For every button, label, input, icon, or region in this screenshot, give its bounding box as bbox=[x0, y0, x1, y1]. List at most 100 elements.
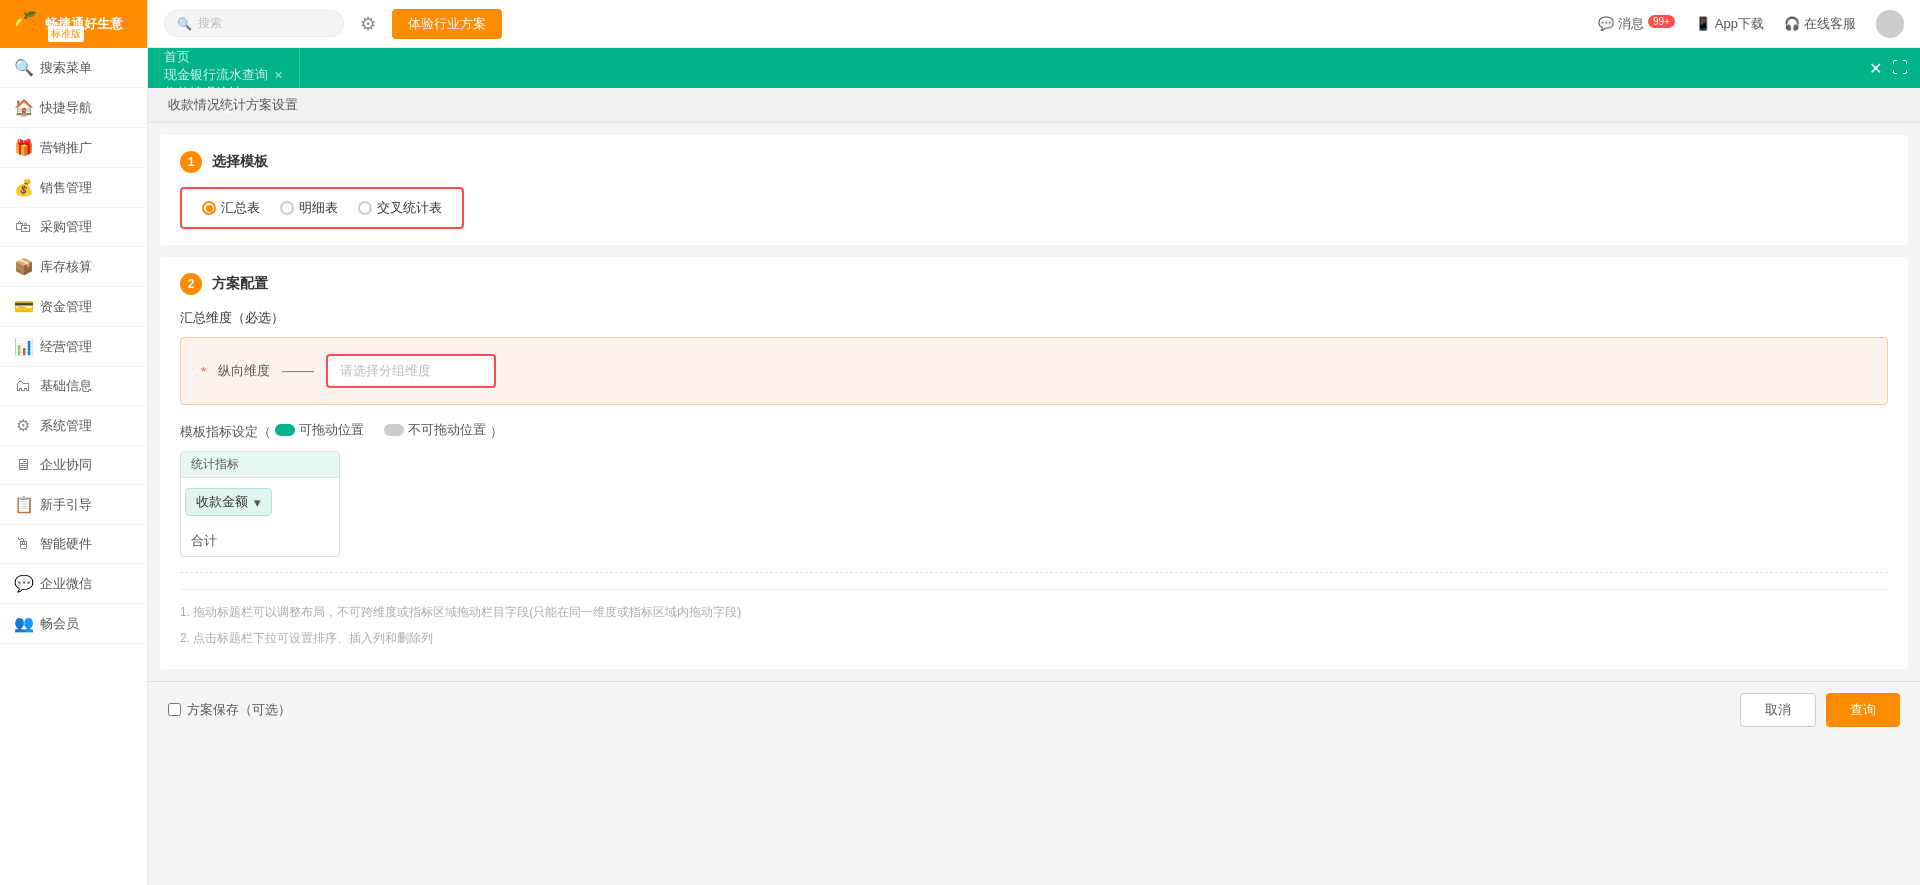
sidebar-nav: 🔍 搜索菜单 🏠 快捷导航 🎁 营销推广 💰 销售管理 🛍 采购管理 📦 库存核… bbox=[0, 48, 147, 644]
step1-header: 1 选择模板 bbox=[180, 151, 1888, 173]
radio-detail[interactable]: 明细表 bbox=[280, 199, 338, 217]
draggable-indicator: 可拖动位置 bbox=[275, 421, 364, 439]
draggable-label: 可拖动位置 bbox=[299, 421, 364, 439]
radio-summary-circle bbox=[202, 201, 216, 215]
tab-label-cashflow: 现金银行流水查询 bbox=[164, 66, 268, 84]
sidebar-logo: 🍊 畅捷通好生意 标准版 bbox=[0, 0, 147, 48]
sidebar-item-inventory[interactable]: 📦 库存核算 bbox=[0, 247, 147, 287]
finance-icon: 💳 bbox=[14, 297, 32, 316]
expand-icon[interactable]: ⛶ bbox=[1892, 59, 1908, 77]
edition-badge: 标准版 bbox=[48, 26, 84, 42]
service-label: 在线客服 bbox=[1804, 15, 1856, 33]
indicator-arrow-icon: ▾ bbox=[254, 495, 261, 510]
industry-btn[interactable]: 体验行业方案 bbox=[392, 9, 502, 39]
sidebar: 🍊 畅捷通好生意 标准版 🔍 搜索菜单 🏠 快捷导航 🎁 营销推广 💰 销售管理… bbox=[0, 0, 148, 885]
service-btn[interactable]: 🎧 在线客服 bbox=[1784, 15, 1856, 33]
indicators-box: 统计指标 收款金额 ▾ 合计 bbox=[180, 451, 340, 557]
dim-placeholder: 请选择分组维度 bbox=[340, 363, 431, 378]
close-window-icon[interactable]: ✕ bbox=[1869, 59, 1882, 78]
footer-bar: 方案保存（可选） 取消 查询 bbox=[148, 681, 1920, 737]
dim-selector[interactable]: 请选择分组维度 bbox=[326, 354, 496, 388]
save-label: 方案保存（可选） bbox=[187, 701, 291, 719]
save-option: 方案保存（可选） bbox=[168, 701, 291, 719]
dim-vertical-label: 纵向维度 bbox=[218, 362, 270, 380]
sidebar-item-hardware[interactable]: 🖱 智能硬件 bbox=[0, 525, 147, 564]
sidebar-item-member[interactable]: 👥 畅会员 bbox=[0, 604, 147, 644]
step2-section: 2 方案配置 汇总维度（必选） * 纵向维度 —— 请选择分组维度 模板指标设定… bbox=[160, 257, 1908, 669]
sidebar-item-coop[interactable]: 🖥 企业协同 bbox=[0, 446, 147, 485]
hardware-icon: 🖱 bbox=[14, 535, 32, 553]
message-btn[interactable]: 💬 消息 99+ bbox=[1598, 15, 1675, 33]
save-checkbox[interactable] bbox=[168, 703, 181, 716]
search-icon: 🔍 bbox=[177, 17, 192, 31]
tab-label-home: 首页 bbox=[164, 48, 190, 66]
sidebar-label-basic: 基础信息 bbox=[40, 377, 92, 395]
tabbar-actions: ✕ ⛶ bbox=[1857, 48, 1920, 88]
tab-close-receipts[interactable]: ✕ bbox=[248, 87, 257, 100]
message-badge: 99+ bbox=[1648, 15, 1675, 28]
sidebar-item-purchase[interactable]: 🛍 采购管理 bbox=[0, 208, 147, 247]
purchase-icon: 🛍 bbox=[14, 218, 32, 236]
app-label: App下载 bbox=[1715, 15, 1764, 33]
sidebar-label-inventory: 库存核算 bbox=[40, 258, 92, 276]
sidebar-item-sales[interactable]: 💰 销售管理 bbox=[0, 168, 147, 208]
radio-cross-label: 交叉统计表 bbox=[377, 199, 442, 217]
template-options-box: 汇总表 明细表 交叉统计表 bbox=[180, 187, 464, 229]
indicators-title-text: 模板指标设定（ bbox=[180, 424, 271, 439]
main-area: 🔍 搜索 ⚙ 体验行业方案 💬 消息 99+ 📱 App下载 🎧 在线客服 首页… bbox=[148, 0, 1920, 885]
step2-num: 2 bbox=[180, 273, 202, 295]
system-icon: ⚙ bbox=[14, 416, 32, 435]
search-bar[interactable]: 🔍 搜索 bbox=[164, 10, 344, 37]
sidebar-item-search[interactable]: 🔍 搜索菜单 bbox=[0, 48, 147, 88]
sidebar-label-search: 搜索菜单 bbox=[40, 59, 92, 77]
dimension-area: * 纵向维度 —— 请选择分组维度 bbox=[180, 337, 1888, 405]
tip-2: 2. 点击标题栏下拉可设置排序、插入列和删除列 bbox=[180, 628, 1888, 650]
tab-close-new[interactable]: ✕ bbox=[222, 105, 231, 118]
sidebar-label-guide: 新手引导 bbox=[40, 496, 92, 514]
sidebar-item-basic[interactable]: 🗂 基础信息 bbox=[0, 367, 147, 406]
sidebar-item-quicknav[interactable]: 🏠 快捷导航 bbox=[0, 88, 147, 128]
sidebar-item-guide[interactable]: 📋 新手引导 bbox=[0, 485, 147, 525]
indicator-amount-label: 收款金额 bbox=[196, 493, 248, 511]
cancel-button[interactable]: 取消 bbox=[1740, 693, 1816, 727]
settings-icon[interactable]: ⚙ bbox=[360, 13, 376, 35]
radio-detail-label: 明细表 bbox=[299, 199, 338, 217]
content-area: 收款情况统计方案设置 1 选择模板 汇总表 明细表 bbox=[148, 88, 1920, 885]
app-download-btn[interactable]: 📱 App下载 bbox=[1695, 15, 1764, 33]
template-radio-group: 汇总表 明细表 交叉统计表 bbox=[202, 199, 442, 217]
separator bbox=[367, 424, 380, 439]
step1-label: 选择模板 bbox=[212, 153, 268, 171]
draggable-toggle bbox=[275, 424, 295, 436]
radio-summary[interactable]: 汇总表 bbox=[202, 199, 260, 217]
inventory-icon: 📦 bbox=[14, 257, 32, 276]
tab-cashflow[interactable]: 现金银行流水查询 ✕ bbox=[148, 66, 300, 84]
radio-cross[interactable]: 交叉统计表 bbox=[358, 199, 442, 217]
operation-icon: 📊 bbox=[14, 337, 32, 356]
user-avatar[interactable] bbox=[1876, 10, 1904, 38]
tabs-list: 首页现金银行流水查询✕收款情况统计✕新建方案✕ bbox=[148, 48, 300, 88]
sidebar-item-finance[interactable]: 💳 资金管理 bbox=[0, 287, 147, 327]
tab-close-cashflow[interactable]: ✕ bbox=[274, 69, 283, 82]
guide-icon: 📋 bbox=[14, 495, 32, 514]
sidebar-item-wechat[interactable]: 💬 企业微信 bbox=[0, 564, 147, 604]
close-paren: ） bbox=[490, 424, 503, 439]
app-icon: 📱 bbox=[1695, 16, 1711, 31]
required-mark: * bbox=[201, 364, 206, 379]
sidebar-item-marketing[interactable]: 🎁 营销推广 bbox=[0, 128, 147, 168]
coop-icon: 🖥 bbox=[14, 456, 32, 474]
sum-label: 合计 bbox=[191, 532, 217, 550]
radio-detail-circle bbox=[280, 201, 294, 215]
indicators-group-header: 统计指标 bbox=[181, 452, 339, 478]
sidebar-label-purchase: 采购管理 bbox=[40, 218, 92, 236]
search-icon: 🔍 bbox=[14, 58, 32, 77]
sidebar-label-wechat: 企业微信 bbox=[40, 575, 92, 593]
step2-header: 2 方案配置 bbox=[180, 273, 1888, 295]
sidebar-label-marketing: 营销推广 bbox=[40, 139, 92, 157]
radio-cross-circle bbox=[358, 201, 372, 215]
tab-home[interactable]: 首页 bbox=[148, 48, 300, 66]
sidebar-item-system[interactable]: ⚙ 系统管理 bbox=[0, 406, 147, 446]
divider bbox=[180, 572, 1888, 573]
indicator-tag-amount[interactable]: 收款金额 ▾ bbox=[185, 488, 272, 516]
query-button[interactable]: 查询 bbox=[1826, 693, 1900, 727]
sidebar-item-operation[interactable]: 📊 经营管理 bbox=[0, 327, 147, 367]
